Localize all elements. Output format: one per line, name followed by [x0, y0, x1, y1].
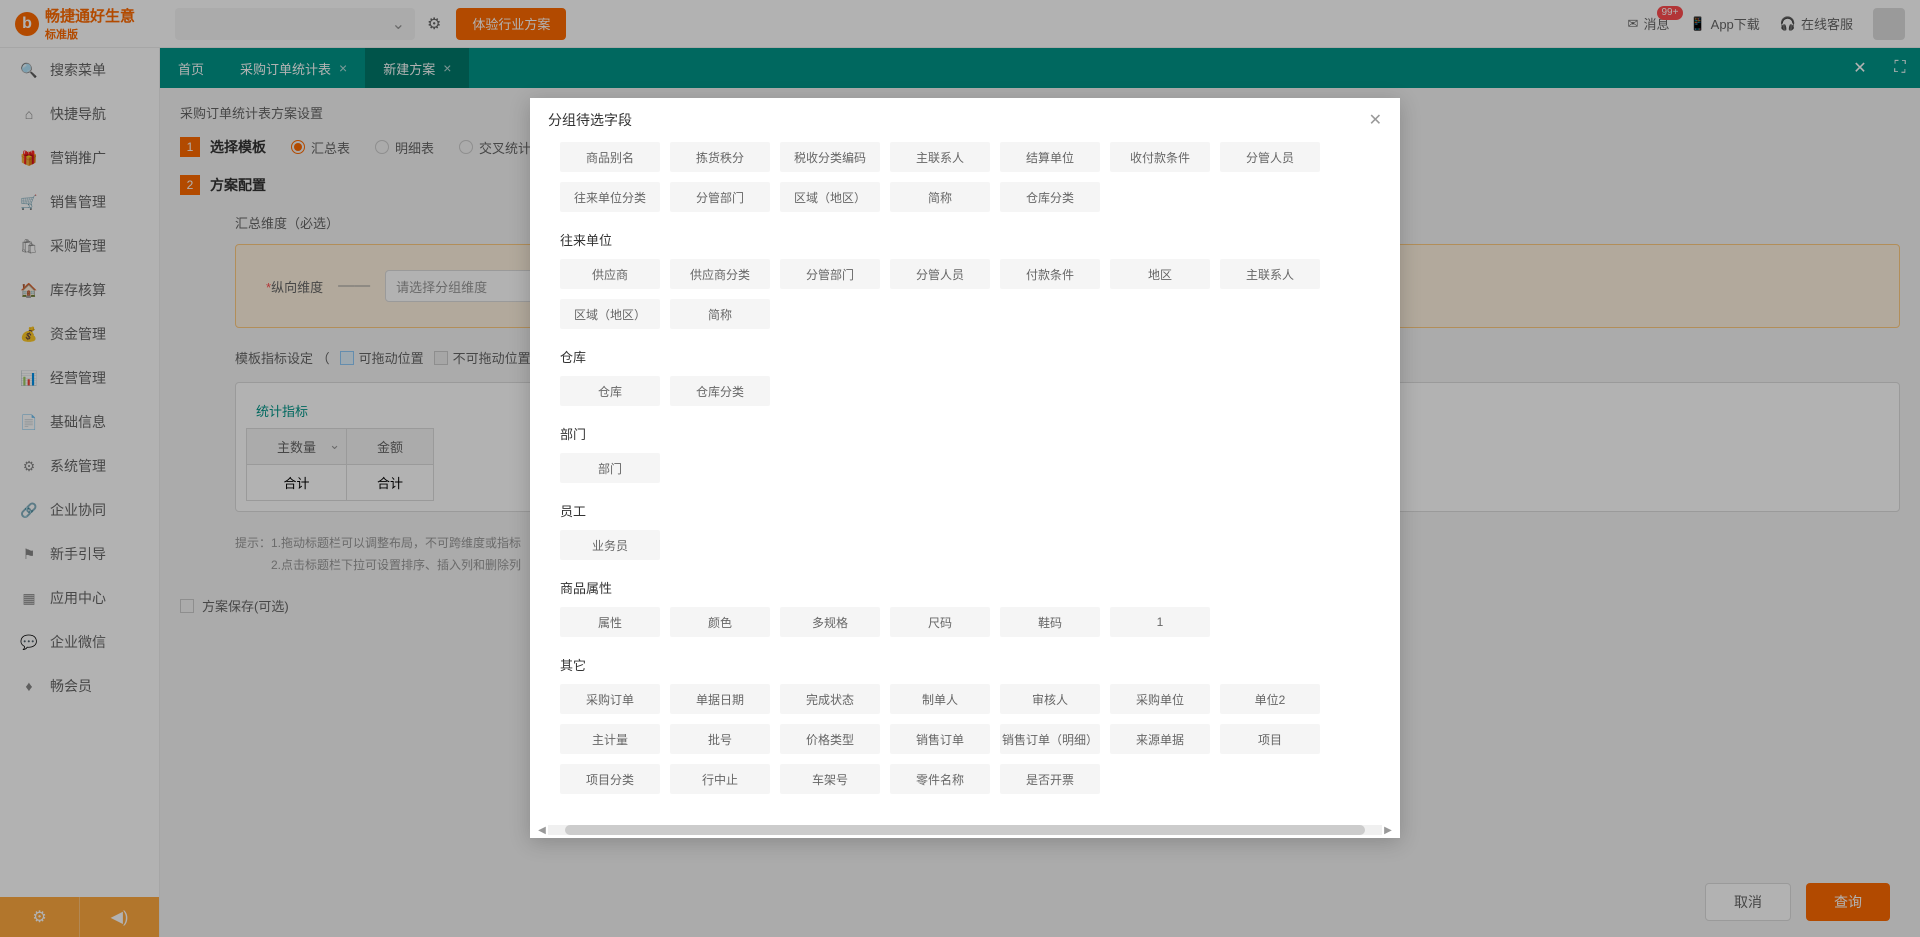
field-chip[interactable]: 仓库分类	[670, 376, 770, 406]
modal-title: 分组待选字段	[548, 110, 632, 130]
field-chip[interactable]: 区域（地区）	[560, 299, 660, 329]
field-chip[interactable]: 单位2	[1220, 684, 1320, 714]
field-chip[interactable]: 简称	[670, 299, 770, 329]
field-chip[interactable]: 供应商	[560, 259, 660, 289]
field-chip[interactable]: 区域（地区）	[780, 182, 880, 212]
field-chip[interactable]: 完成状态	[780, 684, 880, 714]
field-group-title: 其它	[560, 655, 1370, 674]
field-chip[interactable]: 1	[1110, 607, 1210, 637]
field-chip[interactable]: 多规格	[780, 607, 880, 637]
field-chip[interactable]: 分管人员	[1220, 142, 1320, 172]
scroll-thumb[interactable]	[565, 825, 1366, 835]
field-selector-modal: 分组待选字段 ✕ 商品别名拣货秩分税收分类编码主联系人结算单位收付款条件分管人员…	[530, 98, 1400, 838]
field-chip[interactable]: 尺码	[890, 607, 990, 637]
field-chip[interactable]: 分管人员	[890, 259, 990, 289]
close-icon[interactable]: ✕	[1369, 110, 1382, 130]
field-chip[interactable]: 税收分类编码	[780, 142, 880, 172]
field-chip[interactable]: 主联系人	[890, 142, 990, 172]
field-chip[interactable]: 分管部门	[670, 182, 770, 212]
field-group-title: 往来单位	[560, 230, 1370, 249]
field-chip[interactable]: 来源单据	[1110, 724, 1210, 754]
modal-body[interactable]: 商品别名拣货秩分税收分类编码主联系人结算单位收付款条件分管人员往来单位分类分管部…	[530, 142, 1400, 822]
field-chip[interactable]: 商品别名	[560, 142, 660, 172]
field-chip[interactable]: 批号	[670, 724, 770, 754]
field-chip[interactable]: 是否开票	[1000, 764, 1100, 794]
field-chip[interactable]: 车架号	[780, 764, 880, 794]
field-chip[interactable]: 行中止	[670, 764, 770, 794]
field-chip[interactable]: 主联系人	[1220, 259, 1320, 289]
field-group-title: 部门	[560, 424, 1370, 443]
field-group: 员工业务员	[560, 501, 1370, 560]
horizontal-scrollbar[interactable]: ◀ ▶	[530, 822, 1400, 838]
field-group: 其它采购订单单据日期完成状态制单人审核人采购单位单位2主计量批号价格类型销售订单…	[560, 655, 1370, 794]
field-group: 部门部门	[560, 424, 1370, 483]
field-chip[interactable]: 单据日期	[670, 684, 770, 714]
field-chip[interactable]: 制单人	[890, 684, 990, 714]
field-chip[interactable]: 仓库分类	[1000, 182, 1100, 212]
field-chip[interactable]: 零件名称	[890, 764, 990, 794]
field-chip[interactable]: 业务员	[560, 530, 660, 560]
field-chip[interactable]: 审核人	[1000, 684, 1100, 714]
field-chip[interactable]: 仓库	[560, 376, 660, 406]
field-group-title: 仓库	[560, 347, 1370, 366]
field-chip[interactable]: 往来单位分类	[560, 182, 660, 212]
field-chip[interactable]: 部门	[560, 453, 660, 483]
field-chip[interactable]: 简称	[890, 182, 990, 212]
scroll-left-arrow[interactable]: ◀	[536, 825, 548, 836]
scroll-right-arrow[interactable]: ▶	[1382, 825, 1394, 836]
field-chip[interactable]: 主计量	[560, 724, 660, 754]
field-chip[interactable]: 拣货秩分	[670, 142, 770, 172]
field-group: 往来单位供应商供应商分类分管部门分管人员付款条件地区主联系人区域（地区） 简称	[560, 230, 1370, 329]
field-group-title: 商品属性	[560, 578, 1370, 597]
field-group-title: 员工	[560, 501, 1370, 520]
field-chip[interactable]: 销售订单	[890, 724, 990, 754]
field-group: 商品属性属性颜色多规格尺码鞋码 1	[560, 578, 1370, 637]
field-chip[interactable]: 付款条件	[1000, 259, 1100, 289]
field-chip[interactable]: 销售订单（明细）	[1000, 724, 1100, 754]
field-chip[interactable]: 分管部门	[780, 259, 880, 289]
field-chip[interactable]: 属性	[560, 607, 660, 637]
field-chip[interactable]: 鞋码	[1000, 607, 1100, 637]
field-chip[interactable]: 项目分类	[560, 764, 660, 794]
modal-header: 分组待选字段 ✕	[530, 98, 1400, 142]
field-chip[interactable]: 收付款条件	[1110, 142, 1210, 172]
field-chip[interactable]: 项目	[1220, 724, 1320, 754]
field-chip[interactable]: 结算单位	[1000, 142, 1100, 172]
field-chip[interactable]: 地区	[1110, 259, 1210, 289]
field-group: 仓库仓库仓库分类	[560, 347, 1370, 406]
field-chip[interactable]: 颜色	[670, 607, 770, 637]
field-chip[interactable]: 采购单位	[1110, 684, 1210, 714]
field-chip[interactable]: 供应商分类	[670, 259, 770, 289]
field-chip[interactable]: 价格类型	[780, 724, 880, 754]
field-chip[interactable]: 采购订单	[560, 684, 660, 714]
